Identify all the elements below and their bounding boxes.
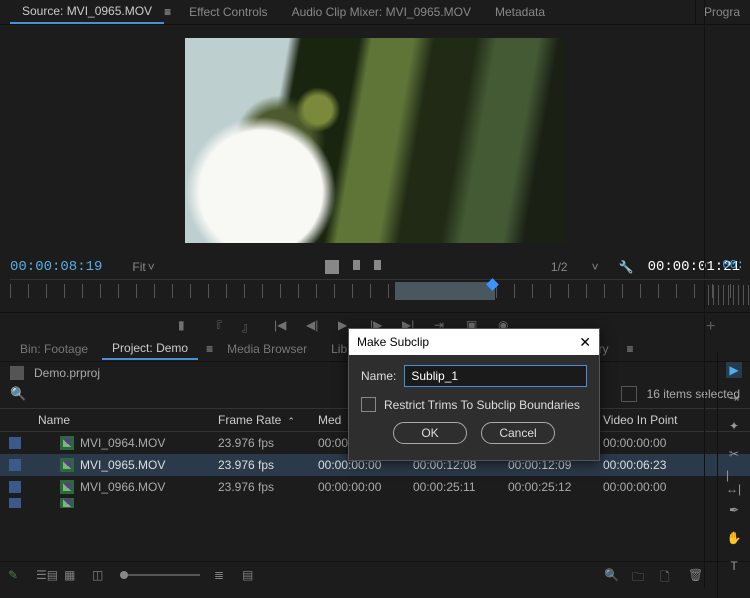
monitor-info-bar: 00:00:08:19 Fit˅ 1/2˅ 🔧 00:00:01:21 <box>0 255 750 279</box>
cell-frame-rate: 23.976 fps <box>218 458 318 472</box>
program-time-ruler[interactable] <box>708 285 750 305</box>
clip-icon <box>60 436 74 450</box>
ok-button[interactable]: OK <box>393 422 467 444</box>
mark-out-icon[interactable] <box>353 260 381 270</box>
mark-in-icon[interactable] <box>325 260 339 274</box>
delete-icon[interactable]: 🗑 <box>688 568 702 582</box>
tool-panel: ▶ ⇥ ✦ ✂ |↔| ✒ ✋ T <box>717 352 750 598</box>
name-label: Name: <box>361 369 396 383</box>
sort-asc-icon: ⌃ <box>287 416 295 426</box>
dialog-titlebar[interactable]: Make Subclip ✕ <box>349 329 599 355</box>
track-select-tool-icon[interactable]: ⇥ <box>726 390 742 406</box>
cancel-button[interactable]: Cancel <box>481 422 555 444</box>
panel-menu-icon[interactable] <box>164 5 171 19</box>
cell-frame-rate: 23.976 fps <box>218 436 318 450</box>
clip-name: MVI_0965.MOV <box>80 458 165 472</box>
razor-tool-icon[interactable]: ✂ <box>726 446 742 462</box>
go-to-in-icon[interactable]: |◀ <box>274 318 288 332</box>
source-monitor-preview[interactable] <box>0 25 750 255</box>
panel-menu-icon[interactable] <box>626 342 633 356</box>
source-monitor-tabs: Source: MVI_0965.MOV Effect Controls Aud… <box>0 0 750 25</box>
button-editor-icon[interactable]: + <box>706 318 720 332</box>
in-out-range[interactable] <box>395 282 495 300</box>
settings-icon[interactable]: 🔧 <box>619 260 634 274</box>
video-frame <box>185 38 565 243</box>
tab-program[interactable]: Progra <box>695 0 750 24</box>
row-checkbox[interactable] <box>9 437 21 449</box>
row-checkbox[interactable] <box>9 459 21 471</box>
tab-project[interactable]: Project: Demo <box>102 338 198 360</box>
project-bottom-bar: ✎ ☰▤ ▦ ◫ ≣ ▤ 🔍 🗀 🗋 🗑 <box>0 561 750 588</box>
cell-video-in: 00:00:00:00 <box>603 436 698 450</box>
find-icon[interactable]: 🔍 <box>604 568 618 582</box>
thumbnail-size-slider[interactable] <box>120 574 200 576</box>
search-icon[interactable]: 🔍 <box>10 386 26 402</box>
sort-icon[interactable]: ≣ <box>214 568 228 582</box>
tab-metadata[interactable]: Metadata <box>483 1 557 23</box>
program-timecode[interactable]: 00: <box>722 258 744 272</box>
list-view-icon[interactable]: ☰▤ <box>36 568 50 582</box>
resolution-dropdown[interactable]: 1/2 <box>551 260 568 274</box>
cell-media-start: 00:00:00:00 <box>318 480 413 494</box>
ruler-ticks <box>10 284 740 298</box>
restrict-checkbox[interactable] <box>361 397 376 412</box>
tab-source[interactable]: Source: MVI_0965.MOV <box>10 0 164 24</box>
freeform-view-icon[interactable]: ◫ <box>92 568 106 582</box>
step-back-icon[interactable]: ◀| <box>306 318 320 332</box>
clip-icon <box>60 480 74 494</box>
hand-tool-icon[interactable]: ✋ <box>726 530 742 546</box>
project-name: Demo.prproj <box>34 366 100 380</box>
new-bin-icon[interactable]: 🗀 <box>632 568 646 582</box>
selection-tool-icon[interactable]: ▶ <box>726 362 742 378</box>
icon-view-icon[interactable]: ▦ <box>64 568 78 582</box>
new-item-icon[interactable]: 🗋 <box>660 568 674 582</box>
pen-tool-icon[interactable]: ✒ <box>726 502 742 518</box>
tab-audio-mixer[interactable]: Audio Clip Mixer: MVI_0965.MOV <box>280 1 483 23</box>
restrict-label: Restrict Trims To Subclip Boundaries <box>384 398 580 412</box>
panel-menu-icon[interactable] <box>206 342 213 356</box>
new-item-icon[interactable] <box>621 386 637 402</box>
timecode-current[interactable]: 00:00:08:19 <box>10 259 102 275</box>
clip-name: MVI_0964.MOV <box>80 436 165 450</box>
mark-out-icon[interactable]: 』 <box>242 318 256 332</box>
mark-in-icon[interactable]: 『 <box>210 318 224 332</box>
automate-icon[interactable]: ▤ <box>242 568 256 582</box>
make-subclip-dialog: Make Subclip ✕ Name: Restrict Trims To S… <box>348 328 600 461</box>
clip-icon <box>60 458 74 472</box>
cell-video-in: 00:00:00:00 <box>603 480 698 494</box>
cell-media-dur: 00:00:25:12 <box>508 480 603 494</box>
bin-icon[interactable] <box>10 366 24 380</box>
subclip-name-input[interactable] <box>404 365 587 387</box>
ripple-edit-tool-icon[interactable]: ✦ <box>726 418 742 434</box>
type-tool-icon[interactable]: T <box>726 558 742 574</box>
cell-media-end: 00:00:25:11 <box>413 480 508 494</box>
tab-bin[interactable]: Bin: Footage <box>10 339 98 359</box>
tab-effect-controls[interactable]: Effect Controls <box>177 1 279 23</box>
row-checkbox[interactable] <box>9 481 21 493</box>
dialog-title: Make Subclip <box>357 335 429 349</box>
close-icon[interactable]: ✕ <box>579 334 591 351</box>
cell-frame-rate: 23.976 fps <box>218 480 318 494</box>
tab-media-browser[interactable]: Media Browser <box>217 339 317 359</box>
column-name[interactable]: Name <box>30 413 218 427</box>
zoom-fit[interactable]: Fit <box>132 260 145 274</box>
column-frame-rate[interactable]: Frame Rate⌃ <box>218 413 318 427</box>
source-time-ruler[interactable] <box>10 279 740 312</box>
clip-name: MVI_0966.MOV <box>80 480 165 494</box>
column-video-in[interactable]: Video In Point <box>603 413 698 427</box>
slip-tool-icon[interactable]: |↔| <box>726 474 742 490</box>
pencil-icon[interactable]: ✎ <box>8 568 22 582</box>
add-marker-icon[interactable]: ▮ <box>178 318 192 332</box>
table-row[interactable]: MVI_0966.MOV23.976 fps00:00:00:0000:00:2… <box>0 476 750 498</box>
cell-video-in: 00:00:06:23 <box>603 458 698 472</box>
